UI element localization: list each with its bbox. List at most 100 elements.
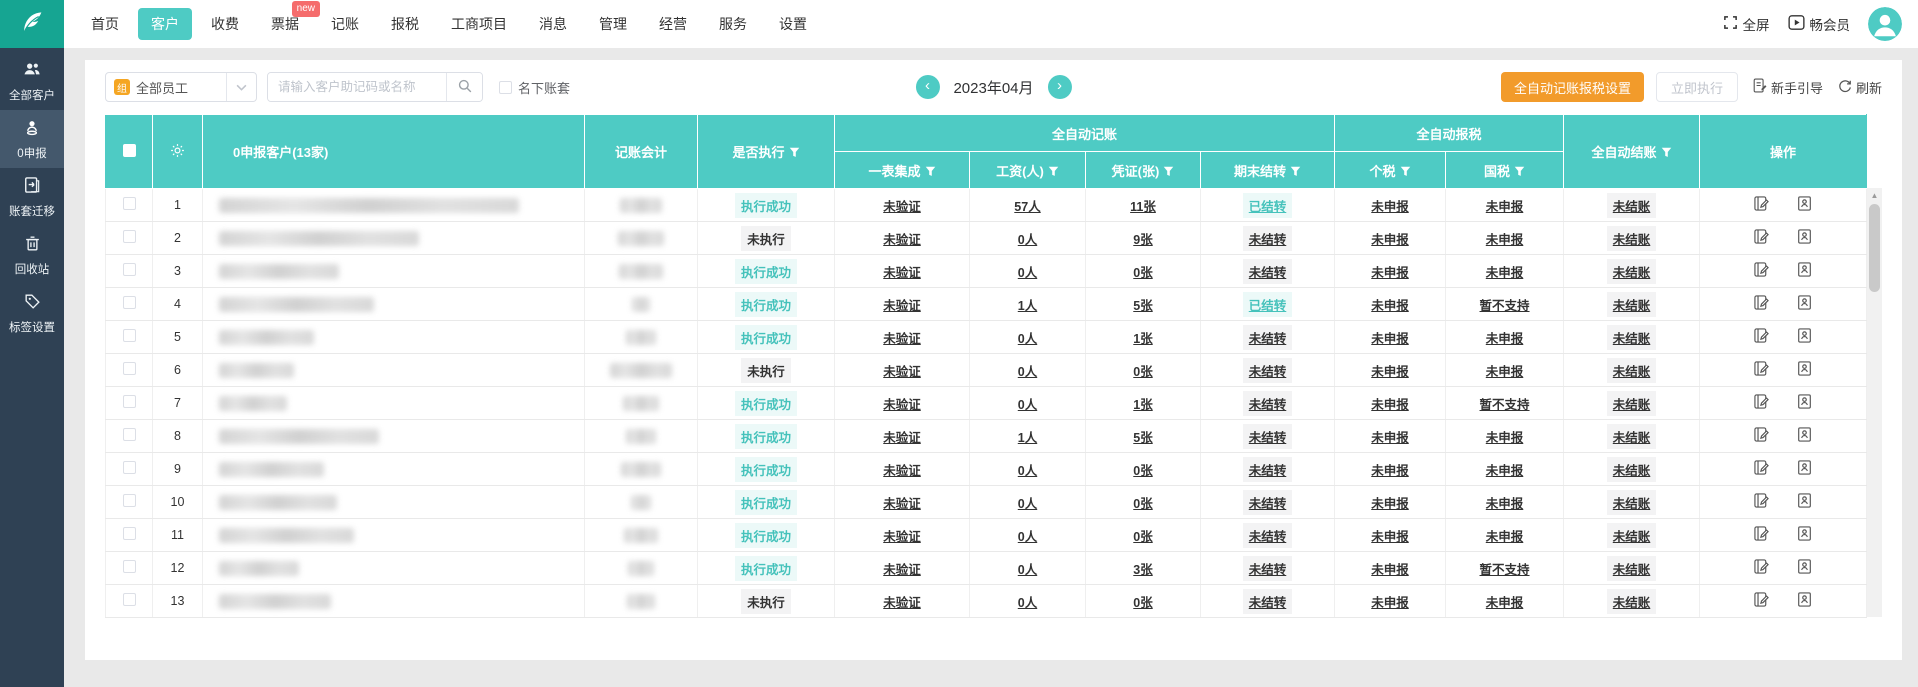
sidebar-item-0申报[interactable]: 0申报 [0, 110, 64, 168]
closing-link[interactable]: 未结账 [1606, 192, 1657, 218]
carryover-link[interactable]: 未结转 [1242, 324, 1293, 350]
voucher-link[interactable]: 5张 [1133, 299, 1152, 313]
client-name-cell[interactable] [202, 287, 585, 321]
row-checkbox[interactable] [122, 560, 136, 573]
salary-link[interactable]: 0人 [1018, 530, 1037, 544]
carryover-link[interactable]: 未结转 [1242, 258, 1293, 284]
profile-doc-icon[interactable] [1796, 261, 1813, 281]
client-name-cell[interactable] [202, 254, 585, 288]
personal-tax-link[interactable]: 未申报 [1371, 200, 1409, 214]
personal-tax-link[interactable]: 未申报 [1371, 497, 1409, 511]
integration-link[interactable]: 未验证 [883, 497, 921, 511]
closing-link[interactable]: 未结账 [1606, 390, 1657, 416]
personal-tax-link[interactable]: 未申报 [1371, 332, 1409, 346]
client-name-cell[interactable] [202, 584, 585, 618]
salary-link[interactable]: 1人 [1018, 299, 1037, 313]
profile-doc-icon[interactable] [1796, 327, 1813, 347]
national-tax-link[interactable]: 未申报 [1486, 596, 1524, 610]
row-checkbox[interactable] [122, 197, 136, 210]
integration-link[interactable]: 未验证 [883, 200, 921, 214]
integration-link[interactable]: 未验证 [883, 431, 921, 445]
carryover-link[interactable]: 未结转 [1242, 456, 1293, 482]
client-name-cell[interactable] [202, 518, 585, 552]
national-tax-link[interactable]: 暂不支持 [1480, 398, 1530, 412]
edit-book-icon[interactable] [1753, 327, 1770, 347]
row-checkbox[interactable] [122, 362, 136, 375]
personal-tax-link[interactable]: 未申报 [1371, 596, 1409, 610]
personal-tax-link[interactable]: 未申报 [1371, 233, 1409, 247]
national-tax-link[interactable]: 未申报 [1486, 233, 1524, 247]
closing-link[interactable]: 未结账 [1606, 555, 1657, 581]
profile-doc-icon[interactable] [1796, 195, 1813, 215]
client-name-cell[interactable] [202, 419, 585, 453]
search-button[interactable] [446, 73, 482, 101]
edit-book-icon[interactable] [1753, 228, 1770, 248]
nav-item-3[interactable]: 票据 new [258, 1, 320, 40]
row-checkbox[interactable] [122, 494, 136, 507]
search-input[interactable] [268, 73, 446, 101]
profile-doc-icon[interactable] [1796, 591, 1813, 611]
scrollbar-thumb[interactable] [1869, 204, 1880, 292]
closing-link[interactable]: 未结账 [1606, 588, 1657, 614]
integration-link[interactable]: 未验证 [883, 530, 921, 544]
national-tax-link[interactable]: 未申报 [1486, 365, 1524, 379]
closing-link[interactable]: 未结账 [1606, 357, 1657, 383]
profile-doc-icon[interactable] [1796, 426, 1813, 446]
voucher-link[interactable]: 0张 [1133, 266, 1152, 280]
profile-doc-icon[interactable] [1796, 558, 1813, 578]
row-checkbox[interactable] [122, 593, 136, 606]
client-name-cell[interactable] [202, 452, 585, 486]
nav-item-6[interactable]: 工商项目 [438, 8, 520, 40]
integration-link[interactable]: 未验证 [883, 563, 921, 577]
personal-tax-link[interactable]: 未申报 [1371, 266, 1409, 280]
carryover-link[interactable]: 已结转 [1242, 291, 1293, 317]
header-voucher[interactable]: 凭证(张) [1085, 151, 1201, 189]
integration-link[interactable]: 未验证 [883, 332, 921, 346]
scope-checkbox[interactable] [499, 80, 512, 94]
voucher-link[interactable]: 5张 [1133, 431, 1152, 445]
national-tax-link[interactable]: 未申报 [1486, 431, 1524, 445]
row-checkbox[interactable] [122, 428, 136, 441]
national-tax-link[interactable]: 未申报 [1486, 497, 1524, 511]
header-national-tax[interactable]: 国税 [1445, 151, 1565, 189]
nav-item-1[interactable]: 客户 [138, 8, 192, 40]
edit-book-icon[interactable] [1753, 558, 1770, 578]
nav-item-10[interactable]: 服务 [706, 8, 760, 40]
voucher-link[interactable]: 11张 [1130, 200, 1156, 214]
national-tax-link[interactable]: 未申报 [1486, 266, 1524, 280]
nav-item-8[interactable]: 管理 [586, 8, 640, 40]
header-executed[interactable]: 是否执行 [697, 114, 835, 189]
national-tax-link[interactable]: 暂不支持 [1480, 299, 1530, 313]
carryover-link[interactable]: 未结转 [1242, 423, 1293, 449]
header-personal-tax[interactable]: 个税 [1334, 151, 1447, 189]
closing-link[interactable]: 未结账 [1606, 489, 1657, 515]
salary-link[interactable]: 0人 [1018, 596, 1037, 610]
personal-tax-link[interactable]: 未申报 [1371, 299, 1409, 313]
select-all-checkbox[interactable] [122, 143, 136, 157]
closing-link[interactable]: 未结账 [1606, 291, 1657, 317]
profile-doc-icon[interactable] [1796, 492, 1813, 512]
client-name-cell[interactable] [202, 353, 585, 387]
national-tax-link[interactable]: 未申报 [1486, 464, 1524, 478]
edit-book-icon[interactable] [1753, 294, 1770, 314]
sidebar-item-账套迁移[interactable]: 账套迁移 [0, 168, 64, 226]
salary-link[interactable]: 0人 [1018, 563, 1037, 577]
sidebar-item-全部客户[interactable]: 全部客户 [0, 52, 64, 110]
nav-item-2[interactable]: 收费 [198, 8, 252, 40]
member-button[interactable]: 畅会员 [1787, 14, 1850, 34]
nav-item-4[interactable]: 记账 [318, 8, 372, 40]
edit-book-icon[interactable] [1753, 492, 1770, 512]
salary-link[interactable]: 0人 [1018, 233, 1037, 247]
integration-link[interactable]: 未验证 [883, 365, 921, 379]
edit-book-icon[interactable] [1753, 459, 1770, 479]
closing-link[interactable]: 未结账 [1606, 258, 1657, 284]
scroll-up-icon[interactable]: ▲ [1867, 188, 1882, 200]
voucher-link[interactable]: 3张 [1133, 563, 1152, 577]
national-tax-link[interactable]: 未申报 [1486, 530, 1524, 544]
auto-settings-button[interactable]: 全自动记账报税设置 [1500, 72, 1644, 102]
national-tax-link[interactable]: 未申报 [1486, 200, 1524, 214]
salary-link[interactable]: 0人 [1018, 497, 1037, 511]
integration-link[interactable]: 未验证 [883, 266, 921, 280]
personal-tax-link[interactable]: 未申报 [1371, 530, 1409, 544]
execute-now-button[interactable]: 立即执行 [1655, 72, 1738, 102]
